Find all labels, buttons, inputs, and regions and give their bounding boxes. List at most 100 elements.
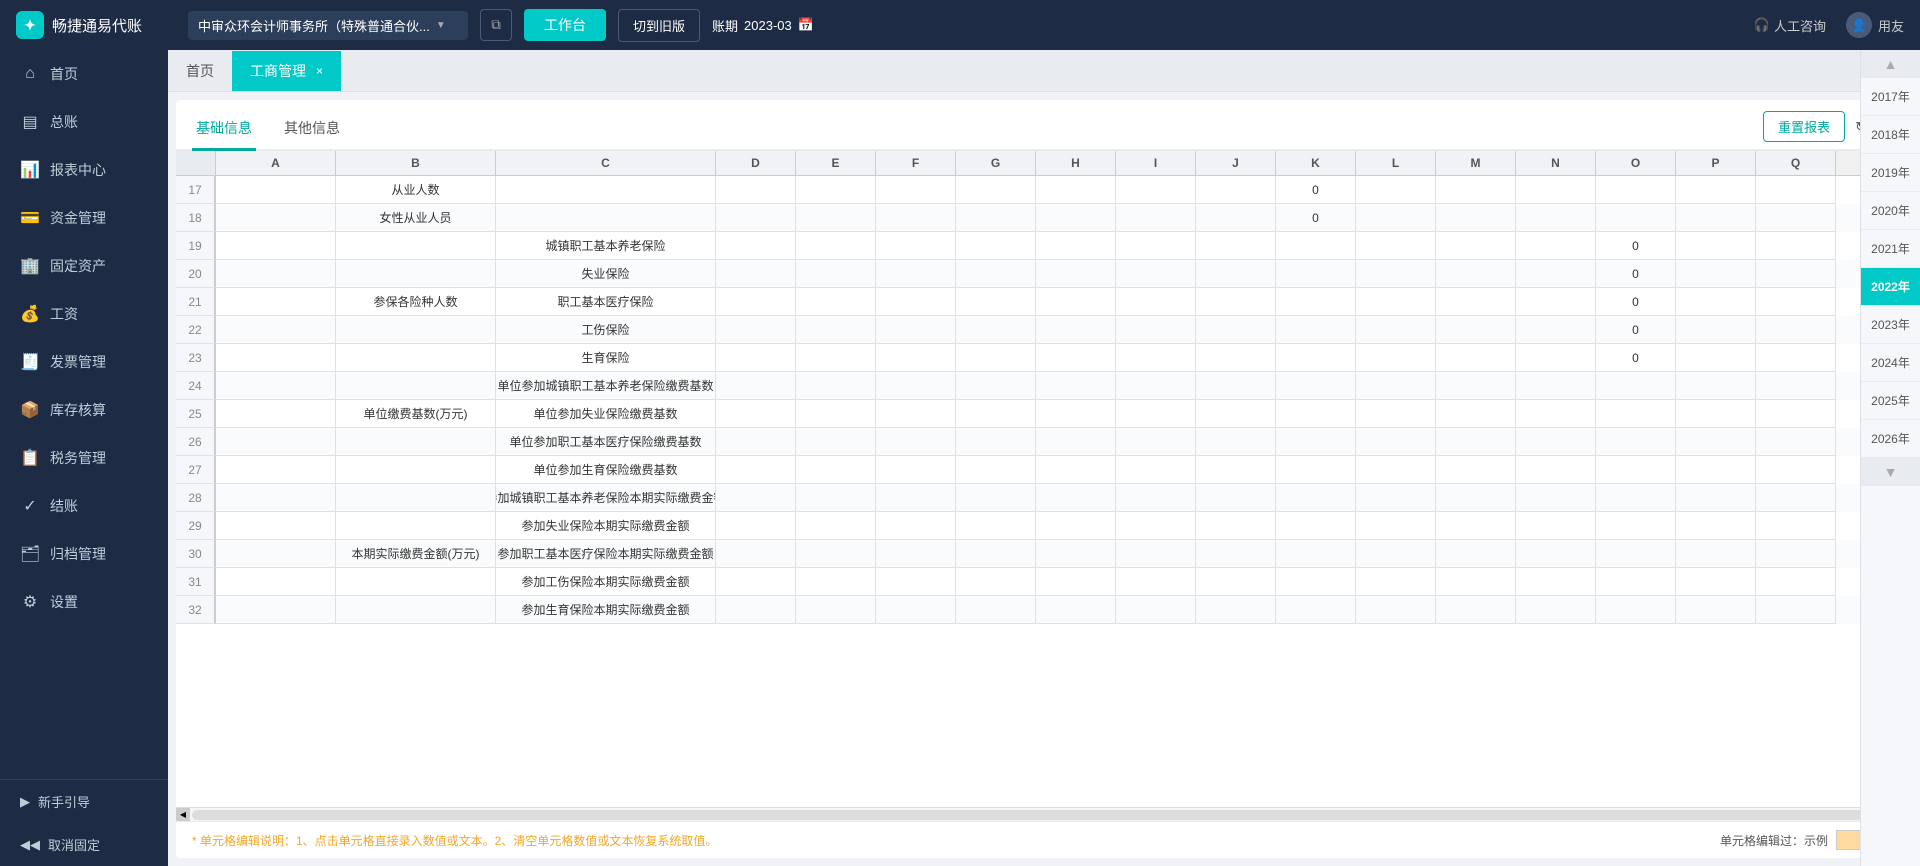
cell-29-N[interactable]	[1516, 512, 1596, 540]
cell-30-C[interactable]: 参加职工基本医疗保险本期实际缴费金额	[496, 540, 716, 568]
sidebar-item-unpin[interactable]: ◀◀ 取消固定	[0, 823, 168, 866]
cell-17-K[interactable]: 0	[1276, 176, 1356, 204]
cell-30-D[interactable]	[716, 540, 796, 568]
cell-17-J[interactable]	[1196, 176, 1276, 204]
cell-27-G[interactable]	[956, 456, 1036, 484]
cell-21-B[interactable]: 参保各险种人数	[336, 288, 496, 316]
cell-26-C[interactable]: 单位参加职工基本医疗保险缴费基数	[496, 428, 716, 456]
cell-23-I[interactable]	[1116, 344, 1196, 372]
cell-17-N[interactable]	[1516, 176, 1596, 204]
sidebar-item-inventory[interactable]: 📦 库存核算	[0, 386, 168, 434]
year-item[interactable]: 2022年	[1861, 268, 1920, 306]
cell-26-I[interactable]	[1116, 428, 1196, 456]
cell-32-O[interactable]	[1596, 596, 1676, 624]
cell-23-A[interactable]	[216, 344, 336, 372]
cell-32-N[interactable]	[1516, 596, 1596, 624]
cell-22-B[interactable]	[336, 316, 496, 344]
cell-23-P[interactable]	[1676, 344, 1756, 372]
cell-24-P[interactable]	[1676, 372, 1756, 400]
cell-24-F[interactable]	[876, 372, 956, 400]
cell-23-E[interactable]	[796, 344, 876, 372]
cell-23-Q[interactable]	[1756, 344, 1836, 372]
cell-20-E[interactable]	[796, 260, 876, 288]
cell-24-A[interactable]	[216, 372, 336, 400]
cell-30-P[interactable]	[1676, 540, 1756, 568]
cell-21-I[interactable]	[1116, 288, 1196, 316]
cell-23-J[interactable]	[1196, 344, 1276, 372]
cell-30-A[interactable]	[216, 540, 336, 568]
cell-22-H[interactable]	[1036, 316, 1116, 344]
cell-21-E[interactable]	[796, 288, 876, 316]
cell-19-B[interactable]	[336, 232, 496, 260]
year-panel-toggle[interactable]: ◀	[1860, 438, 1861, 478]
cell-22-A[interactable]	[216, 316, 336, 344]
sidebar-item-invoice[interactable]: 🧾 发票管理	[0, 338, 168, 386]
cell-23-F[interactable]	[876, 344, 956, 372]
cell-20-O[interactable]: 0	[1596, 260, 1676, 288]
cell-30-J[interactable]	[1196, 540, 1276, 568]
cell-20-Q[interactable]	[1756, 260, 1836, 288]
cell-18-Q[interactable]	[1756, 204, 1836, 232]
cell-32-J[interactable]	[1196, 596, 1276, 624]
cell-19-D[interactable]	[716, 232, 796, 260]
cell-17-B[interactable]: 从业人数	[336, 176, 496, 204]
cell-27-B[interactable]	[336, 456, 496, 484]
year-down-arrow[interactable]: ▼	[1861, 458, 1920, 486]
cell-19-I[interactable]	[1116, 232, 1196, 260]
cell-23-N[interactable]	[1516, 344, 1596, 372]
cell-28-L[interactable]	[1356, 484, 1436, 512]
cell-17-I[interactable]	[1116, 176, 1196, 204]
cell-17-O[interactable]	[1596, 176, 1676, 204]
cell-31-L[interactable]	[1356, 568, 1436, 596]
workbench-button[interactable]: 工作台	[524, 9, 606, 41]
year-up-arrow[interactable]: ▲	[1861, 50, 1920, 78]
cell-31-J[interactable]	[1196, 568, 1276, 596]
cell-18-G[interactable]	[956, 204, 1036, 232]
cell-30-I[interactable]	[1116, 540, 1196, 568]
cell-22-O[interactable]: 0	[1596, 316, 1676, 344]
cell-29-I[interactable]	[1116, 512, 1196, 540]
sidebar-item-reports[interactable]: 📊 报表中心	[0, 146, 168, 194]
cell-31-D[interactable]	[716, 568, 796, 596]
cell-21-N[interactable]	[1516, 288, 1596, 316]
cell-31-K[interactable]	[1276, 568, 1356, 596]
cell-21-G[interactable]	[956, 288, 1036, 316]
cell-20-B[interactable]	[336, 260, 496, 288]
cell-17-C[interactable]	[496, 176, 716, 204]
cell-31-B[interactable]	[336, 568, 496, 596]
sidebar-item-home[interactable]: ⌂ 首页	[0, 50, 168, 98]
cell-25-G[interactable]	[956, 400, 1036, 428]
cell-28-P[interactable]	[1676, 484, 1756, 512]
cell-32-G[interactable]	[956, 596, 1036, 624]
cell-24-D[interactable]	[716, 372, 796, 400]
cell-19-P[interactable]	[1676, 232, 1756, 260]
cell-18-H[interactable]	[1036, 204, 1116, 232]
cell-24-C[interactable]: 单位参加城镇职工基本养老保险缴费基数	[496, 372, 716, 400]
cell-19-J[interactable]	[1196, 232, 1276, 260]
cell-26-N[interactable]	[1516, 428, 1596, 456]
cell-17-F[interactable]	[876, 176, 956, 204]
cell-26-G[interactable]	[956, 428, 1036, 456]
cell-26-M[interactable]	[1436, 428, 1516, 456]
year-item[interactable]: 2021年	[1861, 230, 1920, 268]
cell-18-J[interactable]	[1196, 204, 1276, 232]
cell-23-H[interactable]	[1036, 344, 1116, 372]
cell-32-A[interactable]	[216, 596, 336, 624]
cell-20-F[interactable]	[876, 260, 956, 288]
cell-28-G[interactable]	[956, 484, 1036, 512]
cell-27-A[interactable]	[216, 456, 336, 484]
cell-17-E[interactable]	[796, 176, 876, 204]
cell-26-B[interactable]	[336, 428, 496, 456]
cell-29-G[interactable]	[956, 512, 1036, 540]
cell-32-D[interactable]	[716, 596, 796, 624]
cell-22-F[interactable]	[876, 316, 956, 344]
cell-17-M[interactable]	[1436, 176, 1516, 204]
cell-20-G[interactable]	[956, 260, 1036, 288]
cell-27-M[interactable]	[1436, 456, 1516, 484]
cell-22-D[interactable]	[716, 316, 796, 344]
cell-31-M[interactable]	[1436, 568, 1516, 596]
cell-20-H[interactable]	[1036, 260, 1116, 288]
cell-26-H[interactable]	[1036, 428, 1116, 456]
cell-18-B[interactable]: 女性从业人员	[336, 204, 496, 232]
cell-29-C[interactable]: 参加失业保险本期实际缴费金额	[496, 512, 716, 540]
